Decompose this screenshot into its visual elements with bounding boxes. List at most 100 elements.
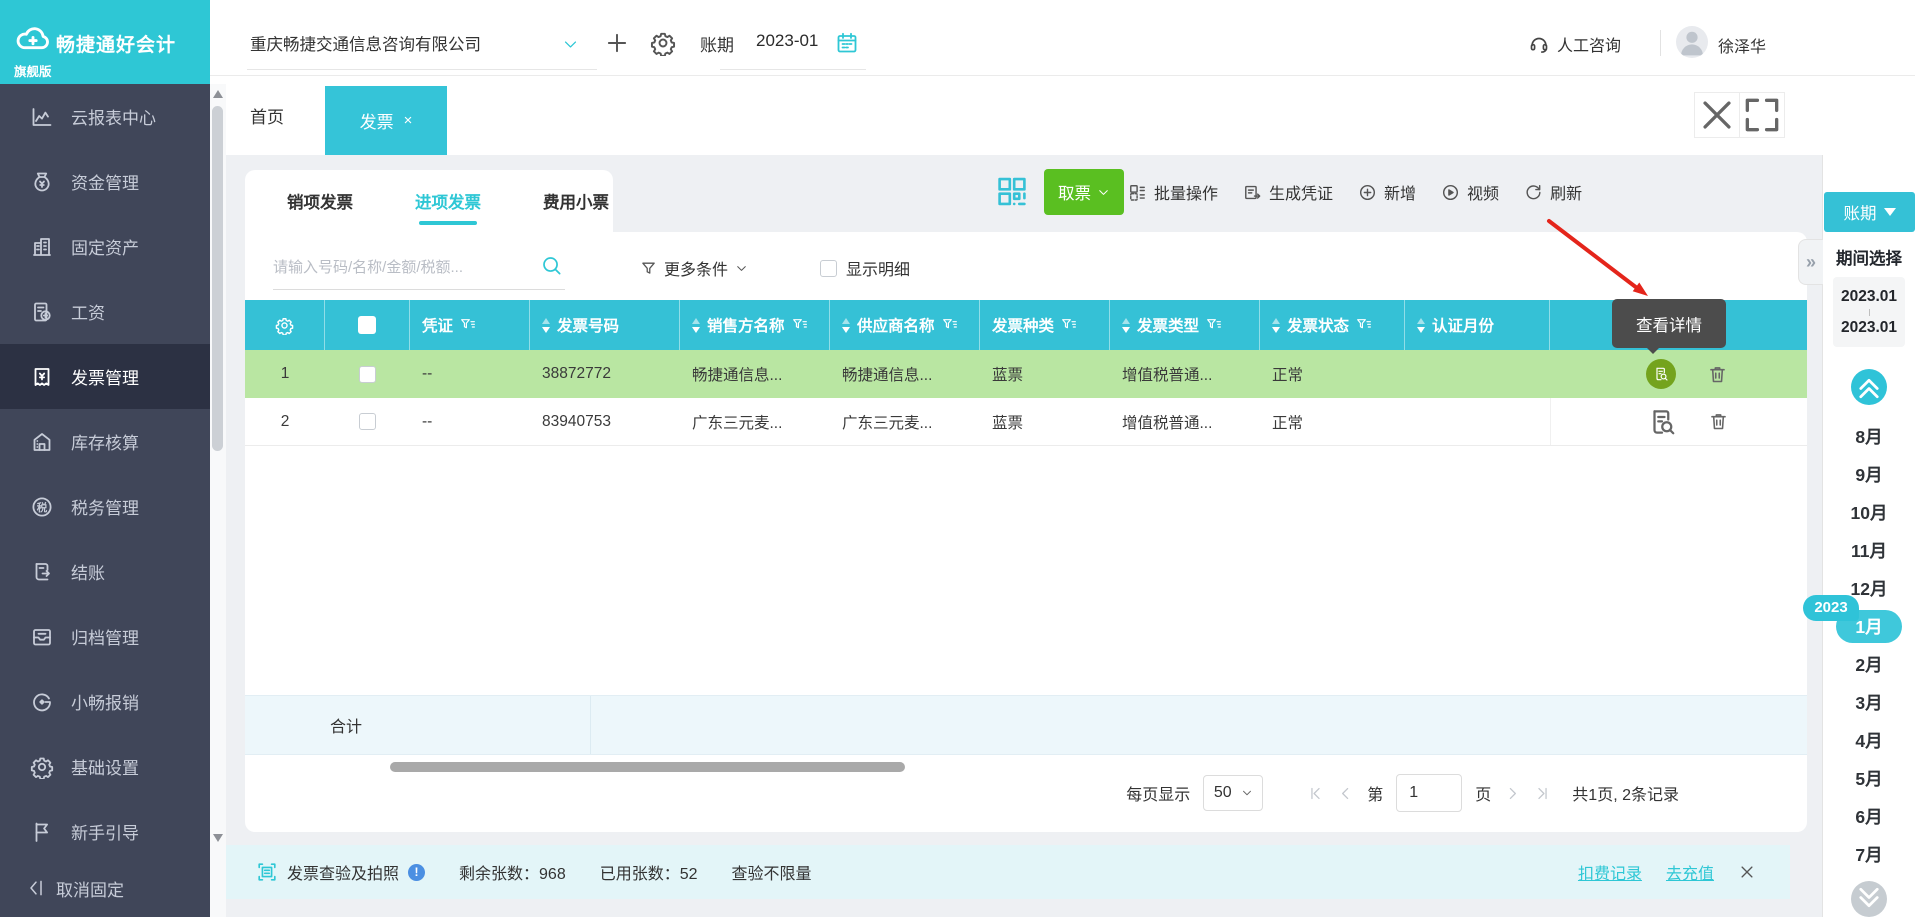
table-header-cell-6[interactable]: 发票种类 bbox=[980, 300, 1110, 350]
page-size-select[interactable]: 50 bbox=[1203, 775, 1264, 811]
info-icon[interactable]: ! bbox=[408, 863, 426, 881]
sidebar-item-8[interactable]: 结账 bbox=[0, 539, 210, 604]
search-input[interactable] bbox=[273, 252, 523, 282]
sort-desc-icon[interactable] bbox=[692, 326, 700, 333]
scrollbar-thumb[interactable] bbox=[212, 106, 223, 451]
checkbox[interactable] bbox=[820, 259, 837, 277]
sort-icon[interactable] bbox=[1122, 317, 1130, 333]
sidebar-item-5[interactable]: 发票管理 bbox=[0, 344, 210, 409]
table-header-cell-0[interactable] bbox=[245, 300, 325, 350]
sort-asc-icon[interactable] bbox=[1122, 317, 1130, 324]
plus-icon[interactable] bbox=[604, 30, 630, 56]
table-header-cell-5[interactable]: 供应商名称 bbox=[830, 300, 980, 350]
funnel-lines-icon[interactable] bbox=[792, 317, 808, 333]
table-header-cell-8[interactable]: 发票状态 bbox=[1260, 300, 1405, 350]
user-name[interactable]: 徐泽华 bbox=[1718, 33, 1766, 57]
tab-invoice-active[interactable]: 发票 × bbox=[325, 86, 447, 155]
view-detail-button[interactable] bbox=[1647, 407, 1677, 437]
sidebar-scrollbar[interactable] bbox=[210, 84, 226, 917]
select-all-checkbox[interactable] bbox=[358, 316, 376, 334]
page-prev-icon[interactable] bbox=[1337, 785, 1354, 802]
view-detail-button[interactable] bbox=[1646, 359, 1676, 389]
month-item-8月[interactable]: 8月 bbox=[1823, 417, 1915, 455]
fetch-invoice-button[interactable]: 取票 bbox=[1044, 169, 1124, 215]
sort-icon[interactable] bbox=[1272, 317, 1280, 333]
page-first-icon[interactable] bbox=[1307, 785, 1324, 802]
show-detail-checkbox[interactable]: 显示明细 bbox=[820, 256, 910, 280]
month-item-9月[interactable]: 9月 bbox=[1823, 455, 1915, 493]
sort-asc-icon[interactable] bbox=[692, 317, 700, 324]
sidebar-item-3[interactable]: 固定资产 bbox=[0, 214, 210, 279]
sidebar-item-4[interactable]: 工资 bbox=[0, 279, 210, 344]
avatar[interactable] bbox=[1676, 26, 1708, 58]
sort-asc-icon[interactable] bbox=[1272, 317, 1280, 324]
scrollbar-thumb[interactable] bbox=[390, 762, 905, 772]
funnel-lines-icon[interactable] bbox=[460, 317, 476, 333]
sidebar-item-10[interactable]: 小畅报销 bbox=[0, 669, 210, 734]
cell-check[interactable] bbox=[325, 350, 410, 398]
period-button[interactable]: 账期 bbox=[1824, 192, 1915, 232]
funnel-lines-icon[interactable] bbox=[1356, 317, 1372, 333]
invoice-tab-2[interactable]: 进项发票 bbox=[415, 170, 481, 232]
fee-record-link[interactable]: 扣费记录 bbox=[1578, 860, 1642, 884]
scroll-up-arrow-icon[interactable] bbox=[213, 90, 223, 98]
sort-desc-icon[interactable] bbox=[542, 326, 550, 333]
months-scroll-up-button[interactable] bbox=[1851, 369, 1887, 405]
month-item-1月[interactable]: 1月 2023 bbox=[1803, 594, 1915, 645]
funnel-lines-icon[interactable] bbox=[1061, 317, 1077, 333]
sort-desc-icon[interactable] bbox=[1417, 326, 1425, 333]
month-item-10月[interactable]: 10月 bbox=[1823, 493, 1915, 531]
table-header-cell-7[interactable]: 发票类型 bbox=[1110, 300, 1260, 350]
toolbar-action-batch[interactable]: 批量操作 bbox=[1128, 180, 1218, 204]
close-page-button[interactable] bbox=[1694, 92, 1740, 138]
row-checkbox[interactable] bbox=[359, 365, 376, 383]
support-button[interactable]: 人工咨询 bbox=[1528, 32, 1621, 56]
sort-desc-icon[interactable] bbox=[842, 326, 850, 333]
month-item-6月[interactable]: 6月 bbox=[1823, 797, 1915, 835]
delete-button[interactable] bbox=[1703, 407, 1733, 437]
qr-scan-icon[interactable] bbox=[994, 174, 1030, 209]
sort-icon[interactable] bbox=[692, 317, 700, 333]
tab-close-icon[interactable]: × bbox=[404, 112, 413, 129]
sidebar-item-7[interactable]: 税 税务管理 bbox=[0, 474, 210, 539]
month-item-7月[interactable]: 7月 bbox=[1823, 835, 1915, 873]
fullscreen-button[interactable] bbox=[1739, 92, 1785, 138]
sort-asc-icon[interactable] bbox=[542, 317, 550, 324]
funnel-lines-icon[interactable] bbox=[942, 317, 958, 333]
horizontal-scrollbar[interactable] bbox=[245, 760, 1807, 774]
calendar-icon[interactable] bbox=[835, 31, 859, 55]
toolbar-action-plus-circle[interactable]: 新增 bbox=[1358, 180, 1416, 204]
table-row-2[interactable]: 2 -- 83940753 广东三元麦... 广东三元麦... 蓝票 增值税普通... 正常 bbox=[245, 398, 1807, 446]
table-header-cell-4[interactable]: 销售方名称 bbox=[680, 300, 830, 350]
table-header-cell-9[interactable]: 认证月份 bbox=[1405, 300, 1550, 350]
sort-icon[interactable] bbox=[542, 317, 550, 333]
tab-home[interactable]: 首页 bbox=[250, 76, 284, 155]
sidebar-item-1[interactable]: 云报表中心 bbox=[0, 84, 210, 149]
close-icon[interactable] bbox=[1738, 863, 1756, 881]
sort-asc-icon[interactable] bbox=[1417, 317, 1425, 324]
sidebar-item-6[interactable]: 库存核算 bbox=[0, 409, 210, 474]
page-last-icon[interactable] bbox=[1534, 785, 1551, 802]
scroll-down-arrow-icon[interactable] bbox=[213, 834, 223, 842]
month-item-5月[interactable]: 5月 bbox=[1823, 759, 1915, 797]
cell-check[interactable] bbox=[325, 398, 410, 445]
sidebar-item-2[interactable]: 资金管理 bbox=[0, 149, 210, 214]
invoice-tab-1[interactable]: 销项发票 bbox=[287, 170, 353, 232]
sidebar-item-9[interactable]: 归档管理 bbox=[0, 604, 210, 669]
month-item-4月[interactable]: 4月 bbox=[1823, 721, 1915, 759]
chevron-down-icon[interactable] bbox=[562, 36, 579, 53]
invoice-tab-3[interactable]: 费用小票 bbox=[543, 170, 609, 232]
month-item-11月[interactable]: 11月 bbox=[1823, 531, 1915, 569]
sidebar-item-12[interactable]: 新手引导 bbox=[0, 799, 210, 864]
page-number-input[interactable] bbox=[1396, 774, 1463, 812]
toolbar-action-video[interactable]: 视频 bbox=[1441, 180, 1499, 204]
gear-icon[interactable] bbox=[275, 316, 294, 335]
recharge-link[interactable]: 去充值 bbox=[1666, 860, 1714, 884]
table-header-cell-3[interactable]: 发票号码 bbox=[530, 300, 680, 350]
table-header-cell-2[interactable]: 凭证 bbox=[410, 300, 530, 350]
sidebar-item-11[interactable]: 基础设置 bbox=[0, 734, 210, 799]
toolbar-action-gen-voucher[interactable]: 生成凭证 bbox=[1243, 180, 1333, 204]
more-filters-button[interactable]: 更多条件 bbox=[640, 256, 748, 280]
table-header-cell-1[interactable] bbox=[325, 300, 410, 350]
sort-desc-icon[interactable] bbox=[1122, 326, 1130, 333]
